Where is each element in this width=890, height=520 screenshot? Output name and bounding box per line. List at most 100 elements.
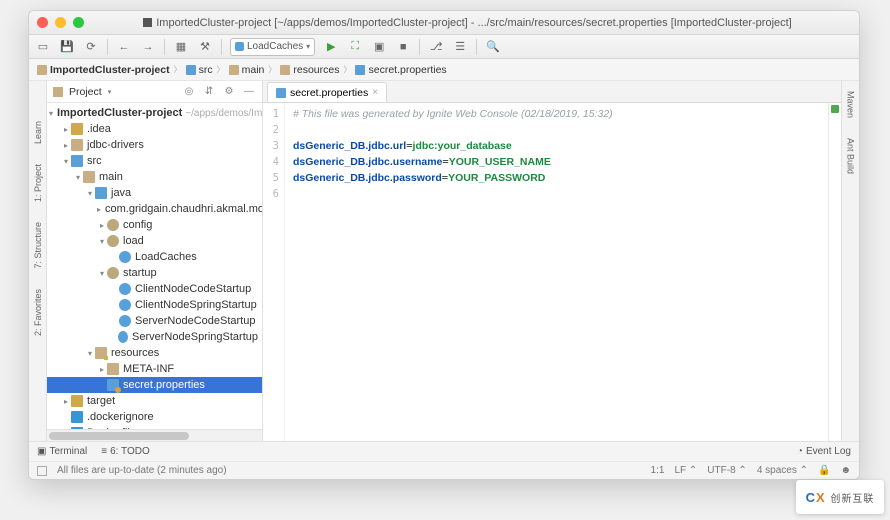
tree-metainf[interactable]: ▸META-INF [47, 361, 262, 377]
tree-main[interactable]: ▾main [47, 169, 262, 185]
status-lineending[interactable]: LF ⌃ [674, 465, 697, 476]
zoom-window-button[interactable] [73, 17, 84, 28]
tab-structure[interactable]: 7: Structure [33, 222, 43, 269]
lock-icon[interactable]: 🔒 [818, 465, 830, 476]
gear-icon[interactable]: ⚙ [222, 86, 236, 97]
editor-tabs: secret.properties × [263, 81, 841, 103]
status-box-icon[interactable] [37, 466, 47, 476]
bottom-toolwindow-bar: ▣ Terminal ≡ 6: TODO ◔ Event Log [29, 441, 859, 461]
tree-idea[interactable]: ▸.idea [47, 121, 262, 137]
scrollbar-thumb[interactable] [49, 432, 189, 440]
tree-root[interactable]: ▾ImportedCluster-project~/apps/demos/Imp… [47, 105, 262, 121]
tree-secret[interactable]: secret.properties [47, 377, 262, 393]
right-toolwindow-bar: Maven Ant Build [841, 81, 859, 441]
window-title: ImportedCluster-project [~/apps/demos/Im… [84, 17, 851, 29]
code-area[interactable]: # This file was generated by Ignite Web … [285, 103, 829, 441]
tree-src[interactable]: ▾src [47, 153, 262, 169]
folder-icon [280, 65, 290, 75]
tree-dockerignore[interactable]: .dockerignore [47, 409, 262, 425]
hide-icon[interactable]: — [242, 86, 256, 97]
status-message: All files are up-to-date (2 minutes ago) [57, 465, 227, 476]
runconfig-icon [235, 42, 244, 51]
tree-target[interactable]: ▸target [47, 393, 262, 409]
project-panel: Project ▾ ◎ ⇵ ⚙ — ▾ImportedCluster-proje… [47, 81, 263, 441]
tab-project[interactable]: 1: Project [33, 164, 43, 202]
close-window-button[interactable] [37, 17, 48, 28]
minimize-window-button[interactable] [55, 17, 66, 28]
tree-load[interactable]: ▾load [47, 233, 262, 249]
build-icon[interactable]: ▦ [173, 39, 189, 55]
titlebar: ImportedCluster-project [~/apps/demos/Im… [29, 11, 859, 35]
tree-s1[interactable]: ClientNodeCodeStartup [47, 281, 262, 297]
structure-icon[interactable]: ☰ [452, 39, 468, 55]
tree-hscroll[interactable] [47, 429, 262, 441]
status-caret[interactable]: 1:1 [651, 465, 665, 476]
folder-icon [37, 65, 47, 75]
properties-icon [355, 65, 365, 75]
editor-tab-secret[interactable]: secret.properties × [267, 82, 387, 102]
status-indent[interactable]: 4 spaces ⌃ [757, 465, 808, 476]
tab-learn[interactable]: Learn [33, 121, 43, 144]
hammer-icon[interactable]: ⚒ [197, 39, 213, 55]
tree-startup[interactable]: ▾startup [47, 265, 262, 281]
save-icon[interactable]: 💾 [59, 39, 75, 55]
target-icon[interactable]: ◎ [182, 86, 196, 97]
collapse-icon[interactable]: ⇵ [202, 86, 216, 97]
properties-icon [276, 88, 286, 98]
folder-icon [53, 87, 63, 97]
search-icon[interactable]: 🔍 [485, 39, 501, 55]
chevron-down-icon: ▾ [306, 42, 310, 51]
stop-icon[interactable]: ■ [395, 39, 411, 55]
close-tab-icon[interactable]: × [372, 87, 378, 98]
chevron-down-icon[interactable]: ▾ [108, 88, 112, 96]
crumb-project[interactable]: ImportedCluster-project [37, 64, 170, 76]
editor: secret.properties × 123456 # This file w… [263, 81, 841, 441]
run-config-label: LoadCaches [247, 41, 303, 52]
panel-title: Project [69, 86, 102, 98]
hector-icon[interactable]: ☻ [840, 465, 851, 476]
tree-s2[interactable]: ClientNodeSpringStartup [47, 297, 262, 313]
tree-s4[interactable]: ServerNodeSpringStartup [47, 329, 262, 345]
tab-maven[interactable]: Maven [846, 91, 856, 118]
vcs-icon[interactable]: ⎇ [428, 39, 444, 55]
open-icon[interactable]: ▭ [35, 39, 51, 55]
status-encoding[interactable]: UTF-8 ⌃ [707, 465, 747, 476]
marks-stripe [829, 103, 841, 441]
tree-java[interactable]: ▾java [47, 185, 262, 201]
tab-terminal[interactable]: ▣ Terminal [37, 446, 87, 457]
tree-config[interactable]: ▸config [47, 217, 262, 233]
tree-resources[interactable]: ▾resources [47, 345, 262, 361]
project-panel-header: Project ▾ ◎ ⇵ ⚙ — [47, 81, 262, 103]
back-icon[interactable]: ← [116, 39, 132, 55]
folder-icon [186, 65, 196, 75]
debug-icon[interactable]: ⛶ [347, 39, 363, 55]
tree-jdbc[interactable]: ▸jdbc-drivers [47, 137, 262, 153]
project-icon [143, 18, 152, 27]
left-toolwindow-bar: Learn 1: Project 7: Structure 2: Favorit… [29, 81, 47, 441]
crumb-main[interactable]: main [229, 64, 265, 76]
gutter: 123456 [263, 103, 285, 441]
crumb-file[interactable]: secret.properties [355, 64, 446, 76]
tab-todo[interactable]: ≡ 6: TODO [101, 446, 150, 457]
tab-ant[interactable]: Ant Build [846, 138, 856, 174]
crumb-src[interactable]: src [186, 64, 213, 76]
tab-label: secret.properties [290, 87, 368, 99]
tree-s3[interactable]: ServerNodeCodeStartup [47, 313, 262, 329]
run-config-combo[interactable]: LoadCaches ▾ [230, 38, 315, 56]
run-icon[interactable]: ▶ [323, 39, 339, 55]
crumb-resources[interactable]: resources [280, 64, 339, 76]
watermark: CX 创新互联 [796, 480, 884, 514]
forward-icon[interactable]: → [140, 39, 156, 55]
tree-pkg[interactable]: ▸com.gridgain.chaudhri.akmal.model [47, 201, 262, 217]
main-toolbar: ▭ 💾 ⟳ ← → ▦ ⚒ LoadCaches ▾ ▶ ⛶ ▣ ■ ⎇ ☰ 🔍 [29, 35, 859, 59]
status-bar: All files are up-to-date (2 minutes ago)… [29, 461, 859, 479]
folder-icon [229, 65, 239, 75]
sync-icon[interactable]: ⟳ [83, 39, 99, 55]
tab-favorites[interactable]: 2: Favorites [33, 289, 43, 336]
breadcrumb: ImportedCluster-project 〉 src 〉 main 〉 r… [29, 59, 859, 81]
project-tree[interactable]: ▾ImportedCluster-project~/apps/demos/Imp… [47, 103, 262, 429]
tab-eventlog[interactable]: ◔ Event Log [797, 446, 851, 457]
run-dashboard-icon[interactable]: ▣ [371, 39, 387, 55]
analysis-ok-icon [831, 105, 839, 113]
tree-loadcaches[interactable]: LoadCaches [47, 249, 262, 265]
